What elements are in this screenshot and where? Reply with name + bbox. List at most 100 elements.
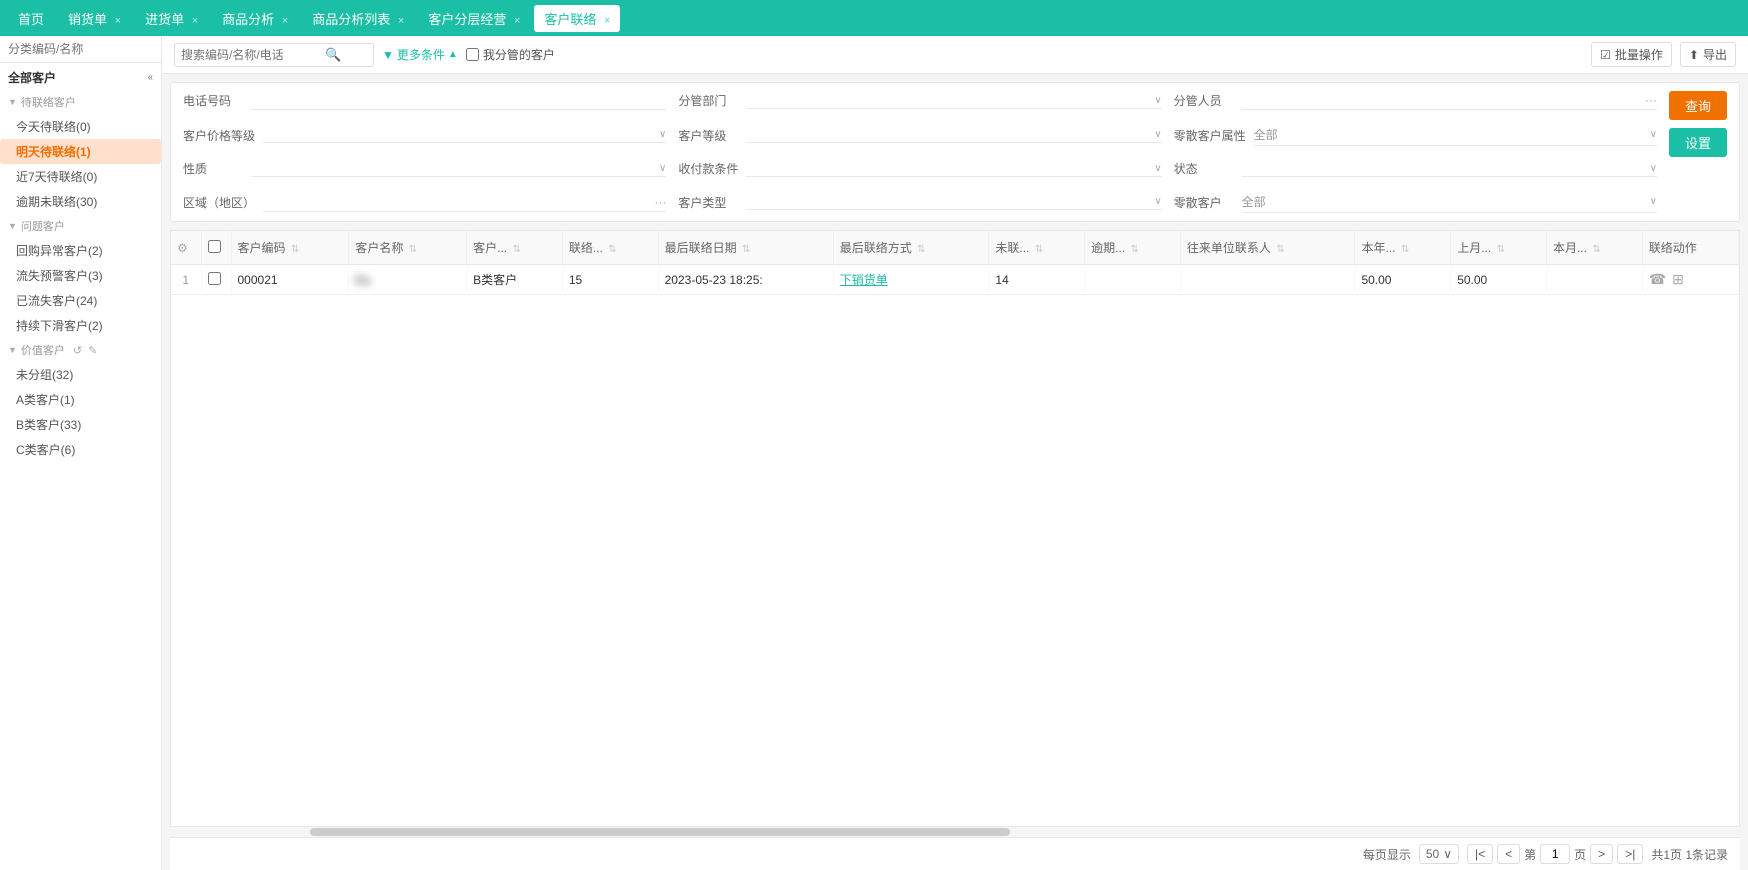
sidebar-declining[interactable]: 持续下滑客户(2) [0,313,161,338]
col-settings: ⚙ [171,231,201,265]
sort-type-icon[interactable]: ⇅ [512,244,520,255]
pending-contact-group[interactable]: 待联络客户 [0,90,161,114]
sidebar-search-input[interactable] [8,42,162,56]
sidebar-ungrouped[interactable]: 未分组(32) [0,362,161,387]
sidebar-class-c[interactable]: C类客户(6) [0,437,161,462]
nav-home[interactable]: 首页 [8,5,54,32]
nav-customer-contact[interactable]: 客户联络 × [534,5,620,32]
phone-action-icon[interactable]: ☎ [1649,271,1666,288]
col-this-year: 本年... ⇅ [1355,231,1451,265]
dept-select[interactable]: ∨ [746,93,1161,109]
sidebar-today-pending[interactable]: 今天待联络(0) [0,114,161,139]
sort-name-icon[interactable]: ⇅ [409,244,417,255]
sidebar-tomorrow-pending[interactable]: 明天待联络(1) [0,139,161,164]
nav-product-analysis[interactable]: 商品分析 × [212,5,298,32]
row-uncontacted: 14 [989,265,1085,295]
payment-select[interactable]: ∨ [746,161,1161,177]
close-purchase-icon[interactable]: × [192,15,198,27]
status-label: 状态 [1174,160,1234,177]
phone-input[interactable] [251,91,666,110]
close-analysis-icon[interactable]: × [282,15,288,27]
filter-row-1: 电话号码 分管部门 ∨ 分管人员 [183,91,1657,110]
sidebar-class-b[interactable]: B类客户(33) [0,412,161,437]
my-customers-checkbox[interactable] [466,48,479,61]
sidebar-churn-warning[interactable]: 流失预警客户(3) [0,263,161,288]
nav-customer-tier[interactable]: 客户分层经营 × [418,5,530,32]
next-page-btn[interactable]: > [1590,844,1613,864]
close-customer-contact-icon[interactable]: × [604,15,610,27]
phone-label: 电话号码 [183,92,243,109]
value-customers-edit-icon[interactable]: ✎ [88,344,97,357]
problem-customers-group[interactable]: 问题客户 [0,214,161,238]
select-all-checkbox[interactable] [208,240,221,253]
search-btn-icon[interactable]: 🔍 [325,47,341,63]
status-select[interactable]: ∨ [1242,161,1657,177]
person-dots-icon[interactable]: ··· [1645,93,1657,107]
nature-select[interactable]: ∨ [251,161,666,177]
search-bar: 🔍 ▼ 更多条件 ▲ 我分管的客户 ☑ 批量操作 ⬆ 导出 [162,36,1748,74]
export-icon: ⬆ [1689,48,1699,62]
sort-contact-icon[interactable]: ⇅ [608,244,616,255]
per-page-select[interactable]: 50 ∨ [1419,844,1459,864]
retail-attr-select[interactable]: 全部 ∨ [1254,124,1657,146]
retail-attr-label: 零散客户属性 [1174,127,1246,144]
horizontal-scrollbar[interactable] [170,827,1740,837]
sidebar-repurchase-anomaly[interactable]: 回购异常客户(2) [0,238,161,263]
customer-level-select[interactable]: ∨ [746,127,1161,143]
price-level-filter: 客户价格等级 ∨ [183,127,666,144]
sidebar-churned[interactable]: 已流失客户(24) [0,288,161,313]
nav-purchase[interactable]: 进货单 × [135,5,208,32]
sort-last-month-icon[interactable]: ⇅ [1497,244,1505,255]
value-customers-refresh-icon[interactable]: ↺ [73,344,82,357]
search-input[interactable] [181,48,321,62]
set-button[interactable]: 设置 [1669,128,1727,157]
customer-type-chevron-icon: ∨ [1154,196,1161,207]
row-checkbox[interactable] [208,272,221,285]
retail-customer-chevron-icon: ∨ [1650,196,1657,207]
sort-code-icon[interactable]: ⇅ [291,244,299,255]
nav-product-analysis-list[interactable]: 商品分析列表 × [302,5,414,32]
area-filter: 区域（地区） ··· [183,193,666,212]
customer-type-select[interactable]: ∨ [746,194,1161,210]
value-customers-group[interactable]: 价值客户 ↺ ✎ [0,338,161,362]
sidebar-7days-pending[interactable]: 近7天待联络(0) [0,164,161,189]
sort-method-icon[interactable]: ⇅ [917,244,925,255]
person-label: 分管人员 [1174,92,1234,109]
total-records-label: 共1页 1条记录 [1651,846,1728,863]
close-customer-tier-icon[interactable]: × [514,15,520,27]
close-sales-icon[interactable]: × [115,15,121,27]
last-method-link[interactable]: 下销货单 [840,273,888,287]
nature-label: 性质 [183,160,243,177]
col-type: 客户... ⇅ [467,231,563,265]
prev-page-btn[interactable]: < [1497,844,1520,864]
all-customers-header[interactable]: 全部客户 « [0,63,161,90]
price-level-select[interactable]: ∨ [263,127,666,143]
query-button[interactable]: 查询 [1669,91,1727,120]
sort-year-icon[interactable]: ⇅ [1401,244,1409,255]
page-number-input[interactable] [1540,844,1570,864]
collapse-icon: « [147,72,153,83]
first-page-btn[interactable]: |< [1467,844,1493,864]
sidebar-class-a[interactable]: A类客户(1) [0,387,161,412]
my-customers-checkbox-wrap[interactable]: 我分管的客户 [466,46,555,63]
sort-uncontacted-icon[interactable]: ⇅ [1035,244,1043,255]
batch-op-btn[interactable]: ☑ 批量操作 [1591,42,1672,67]
sort-this-month-icon[interactable]: ⇅ [1592,244,1600,255]
retail-customer-select[interactable]: 全部 ∨ [1242,191,1657,213]
customer-table: ⚙ 客户编码 ⇅ 客户名称 ⇅ [171,231,1739,295]
more-filters-btn[interactable]: ▼ 更多条件 ▲ [382,46,458,63]
sidebar-overdue-pending[interactable]: 逾期未联络(30) [0,189,161,214]
sort-date-icon[interactable]: ⇅ [742,244,750,255]
nav-sales[interactable]: 销货单 × [58,5,131,32]
close-analysis-list-icon[interactable]: × [398,15,404,27]
row-contact-count: 15 [562,265,658,295]
sort-overdue-icon[interactable]: ⇅ [1131,244,1139,255]
export-btn[interactable]: ⬆ 导出 [1680,42,1736,67]
settings-gear-icon[interactable]: ⚙ [177,241,188,255]
area-dots-icon[interactable]: ··· [654,195,666,209]
grid-action-icon[interactable]: ⊞ [1672,271,1684,288]
last-page-btn[interactable]: >| [1617,844,1643,864]
filter-icon: ▼ [382,48,394,62]
col-last-month: 上月... ⇅ [1451,231,1547,265]
sort-unit-icon[interactable]: ⇅ [1276,244,1284,255]
